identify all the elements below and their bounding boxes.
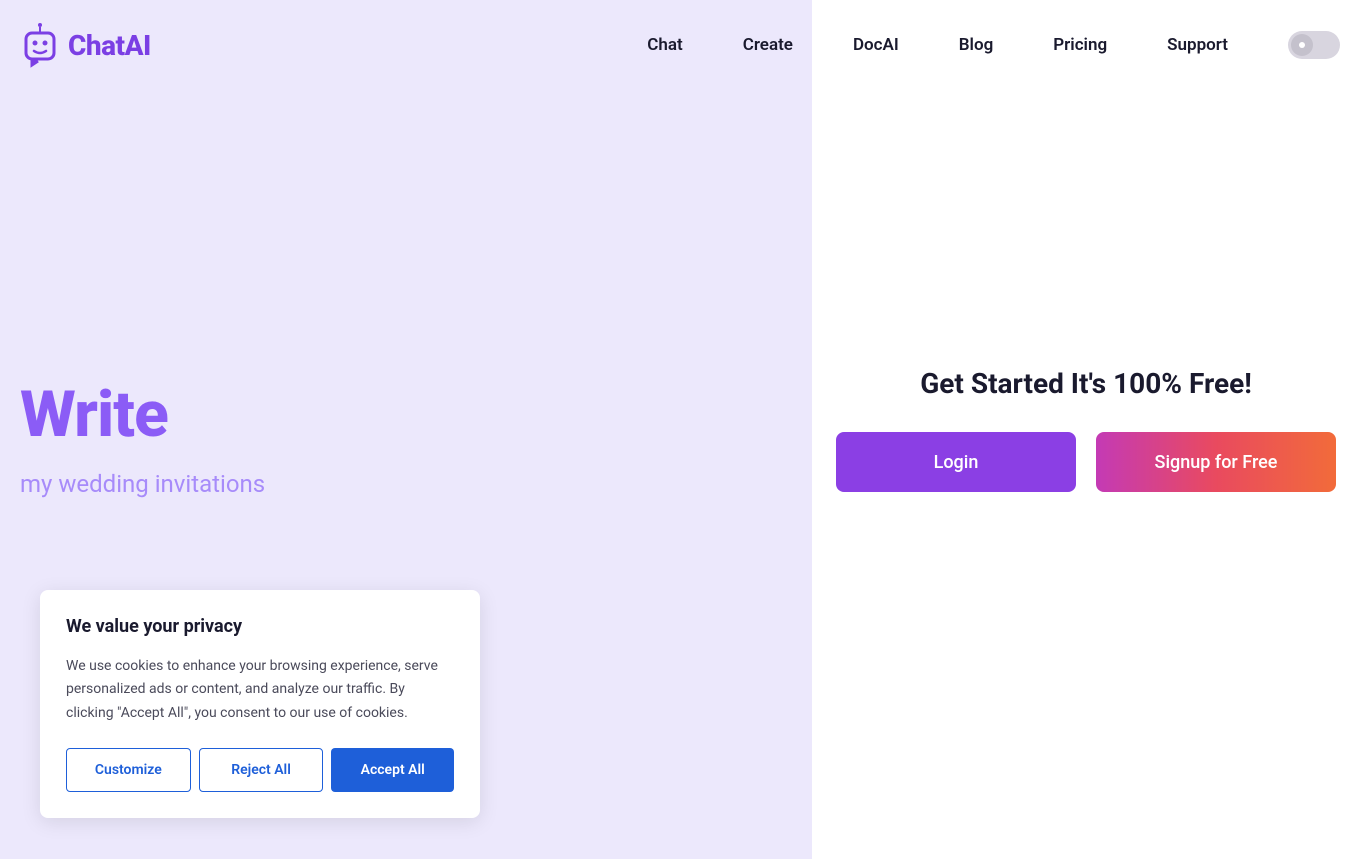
toggle-knob-icon [1291,34,1313,56]
nav-chat[interactable]: Chat [647,35,682,55]
hero-panel: ChatAI Write my wedding invitations We v… [0,0,812,859]
hero-text: Write my wedding invitations [20,380,265,498]
cookie-title: We value your privacy [66,616,454,637]
login-button[interactable]: Login [836,432,1076,492]
nav-pricing[interactable]: Pricing [1053,35,1107,55]
cookie-actions: Customize Reject All Accept All [66,748,454,792]
cta-buttons: Login Signup for Free [836,432,1336,492]
cta-section: Get Started It's 100% Free! Login Signup… [836,367,1336,492]
signup-button[interactable]: Signup for Free [1096,432,1336,492]
cookie-consent-banner: We value your privacy We use cookies to … [40,590,480,818]
nav-support[interactable]: Support [1167,35,1228,55]
nav-blog[interactable]: Blog [959,35,994,55]
cookie-body: We use cookies to enhance your browsing … [66,655,454,726]
hero-subtitle: my wedding invitations [20,470,265,498]
brand-name: ChatAI [68,29,151,62]
reject-all-button[interactable]: Reject All [199,748,324,792]
brand-logo[interactable]: ChatAI [20,21,151,69]
cta-heading: Get Started It's 100% Free! [836,367,1336,400]
theme-toggle[interactable] [1288,31,1340,59]
robot-icon [20,21,60,69]
top-nav: Chat Create DocAI Blog Pricing Support [647,0,1340,90]
nav-create[interactable]: Create [743,35,793,55]
customize-button[interactable]: Customize [66,748,191,792]
signup-panel: Get Started It's 100% Free! Login Signup… [812,0,1360,859]
accept-all-button[interactable]: Accept All [331,748,454,792]
hero-title: Write [20,380,265,450]
nav-docai[interactable]: DocAI [853,35,899,55]
